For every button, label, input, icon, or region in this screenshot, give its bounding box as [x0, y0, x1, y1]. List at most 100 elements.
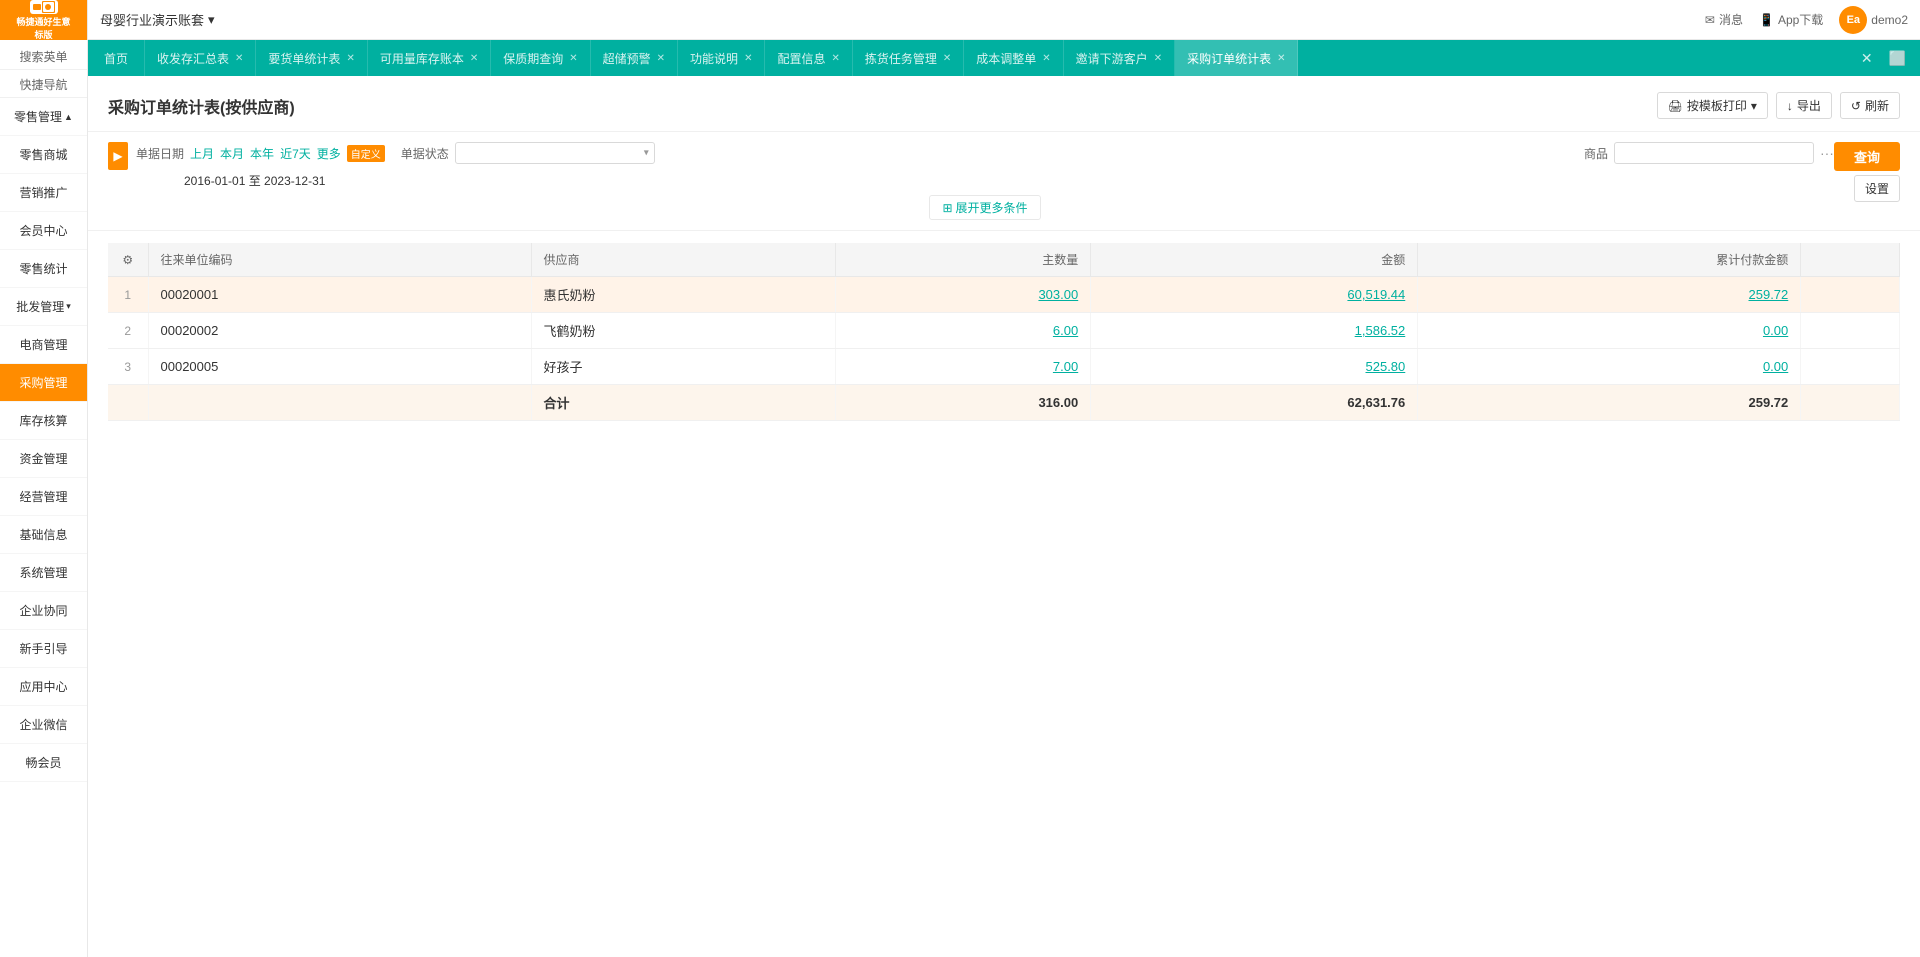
- sidebar-item-app-center[interactable]: 应用中心: [0, 668, 87, 706]
- row-3-extra: [1801, 349, 1900, 385]
- print-arrow-icon: ▾: [1751, 99, 1757, 113]
- template-print-label: 按模板打印: [1687, 97, 1747, 114]
- tab-overstock-warning-label: 超储预警: [603, 50, 651, 67]
- sidebar-item-member2[interactable]: 畅会员: [0, 744, 87, 782]
- row-2-amount[interactable]: 1,586.52: [1091, 313, 1418, 349]
- company-selector[interactable]: 母婴行业演示账套 ▾: [100, 10, 215, 29]
- tab-home[interactable]: 首页: [88, 40, 145, 76]
- sidebar-item-enterprise-wx[interactable]: 企业微信: [0, 706, 87, 744]
- tab-order-stat-close[interactable]: ✕: [346, 53, 354, 64]
- tab-expiry-query[interactable]: 保质期查询 ✕: [491, 40, 590, 76]
- 7days-shortcut[interactable]: 近7天: [280, 145, 311, 162]
- tab-config-info-close[interactable]: ✕: [831, 53, 839, 64]
- sidebar-item-quick-nav[interactable]: 快捷导航: [0, 70, 87, 98]
- tab-available-stock-close[interactable]: ✕: [470, 53, 478, 64]
- app-download-button[interactable]: 📱 App下载: [1759, 11, 1823, 28]
- row-3-main-qty[interactable]: 7.00: [835, 349, 1091, 385]
- expand-arrow-icon: ▾: [66, 301, 71, 312]
- tab-pick-task[interactable]: 拣货任务管理 ✕: [853, 40, 964, 76]
- this-year-shortcut[interactable]: 本年: [250, 145, 274, 162]
- sidebar-item-inventory[interactable]: 库存核算: [0, 402, 87, 440]
- row-2-index: 2: [108, 313, 148, 349]
- status-select[interactable]: [455, 142, 655, 164]
- sidebar-item-marketing[interactable]: 营销推广: [0, 174, 87, 212]
- filter-content: 单据日期 上月 本月 本年 近7天 更多 自定义 单据状态: [136, 142, 1834, 220]
- sidebar-item-wholesale[interactable]: 批发管理 ▾: [0, 288, 87, 326]
- tab-purchase-stat-label: 采购订单统计表: [1187, 50, 1271, 67]
- sidebar-item-system[interactable]: 系统管理: [0, 554, 87, 592]
- export-button[interactable]: ↓ 导出: [1776, 92, 1832, 119]
- last-month-shortcut[interactable]: 上月: [190, 145, 214, 162]
- tab-overstock-warning[interactable]: 超储预警 ✕: [591, 40, 678, 76]
- tab-func-desc-label: 功能说明: [690, 50, 738, 67]
- close-tab-button[interactable]: ✕: [1855, 48, 1879, 69]
- tab-cost-adjust-close[interactable]: ✕: [1042, 53, 1050, 64]
- sidebar-item-basic-info[interactable]: 基础信息: [0, 516, 87, 554]
- tab-receive-pay-label: 收发存汇总表: [157, 50, 229, 67]
- maximize-button[interactable]: ⬜: [1883, 48, 1912, 69]
- date-range-row: 2016-01-01 至 2023-12-31: [136, 172, 1834, 189]
- tab-purchase-stat[interactable]: 采购订单统计表 ✕: [1175, 40, 1298, 76]
- message-button[interactable]: ✉ 消息: [1705, 11, 1743, 28]
- tab-config-info[interactable]: 配置信息 ✕: [765, 40, 852, 76]
- footer-empty: [108, 385, 148, 421]
- row-2-main-qty[interactable]: 6.00: [835, 313, 1091, 349]
- row-3-index: 3: [108, 349, 148, 385]
- sidebar-item-retail[interactable]: 零售管理 ▲: [0, 98, 87, 136]
- sidebar-item-member[interactable]: 会员中心: [0, 212, 87, 250]
- more-shortcut[interactable]: 更多: [317, 145, 341, 162]
- row-1-main-qty[interactable]: 303.00: [835, 277, 1091, 313]
- sidebar-item-finance[interactable]: 资金管理: [0, 440, 87, 478]
- table-head: ⚙ 往来单位编码 供应商 主数量 金额 累计付款金额: [108, 243, 1900, 277]
- settings-button[interactable]: 设置: [1854, 175, 1900, 202]
- filter-toggle-button[interactable]: ▶: [108, 142, 128, 170]
- sidebar-item-purchase[interactable]: 采购管理: [0, 364, 87, 402]
- tab-expiry-query-label: 保质期查询: [503, 50, 563, 67]
- expand-conditions-button[interactable]: ⊞ 展开更多条件: [929, 195, 1040, 220]
- tab-overstock-warning-close[interactable]: ✕: [657, 53, 665, 64]
- sidebar-item-operation[interactable]: 经营管理: [0, 478, 87, 516]
- tab-home-label: 首页: [104, 50, 128, 67]
- row-1-amount[interactable]: 60,519.44: [1091, 277, 1418, 313]
- row-3-paid[interactable]: 0.00: [1418, 349, 1801, 385]
- tab-available-stock[interactable]: 可用量库存账本 ✕: [368, 40, 491, 76]
- tab-cost-adjust[interactable]: 成本调整单 ✕: [964, 40, 1063, 76]
- nav-tabs: 首页 收发存汇总表 ✕ 要货单统计表 ✕ 可用量库存账本 ✕ 保质期查询 ✕ 超…: [88, 40, 1920, 76]
- query-button[interactable]: 查询: [1834, 142, 1900, 171]
- sidebar-item-newbie[interactable]: 新手引导: [0, 630, 87, 668]
- table-footer: 合计 316.00 62,631.76 259.72: [108, 385, 1900, 421]
- tab-receive-pay[interactable]: 收发存汇总表 ✕: [145, 40, 256, 76]
- tab-purchase-stat-close[interactable]: ✕: [1277, 53, 1285, 64]
- more-options-icon[interactable]: ···: [1820, 145, 1834, 161]
- tab-order-stat[interactable]: 要货单统计表 ✕: [256, 40, 367, 76]
- row-3-amount[interactable]: 525.80: [1091, 349, 1418, 385]
- sidebar-item-search[interactable]: 搜索英单: [0, 40, 87, 70]
- col-unit-code-header: 往来单位编码: [148, 243, 531, 277]
- tab-expiry-query-close[interactable]: ✕: [569, 53, 577, 64]
- user-profile[interactable]: Ea demo2: [1839, 6, 1908, 34]
- row-2-supplier: 飞鹤奶粉: [531, 313, 835, 349]
- table-row: 1 00020001 惠氏奶粉 303.00 60,519.44 259.72: [108, 277, 1900, 313]
- this-month-shortcut[interactable]: 本月: [220, 145, 244, 162]
- row-2-paid[interactable]: 0.00: [1418, 313, 1801, 349]
- refresh-button[interactable]: ↺ 刷新: [1840, 92, 1900, 119]
- sidebar-item-enterprise[interactable]: 企业协同: [0, 592, 87, 630]
- sidebar-item-retail-stat[interactable]: 零售统计: [0, 250, 87, 288]
- col-settings-header[interactable]: ⚙: [108, 243, 148, 277]
- tab-pick-task-close[interactable]: ✕: [943, 53, 951, 64]
- app-sublabel: 标版: [34, 28, 52, 41]
- tab-func-desc-close[interactable]: ✕: [744, 53, 752, 64]
- goods-input[interactable]: [1614, 142, 1814, 164]
- row-1-paid[interactable]: 259.72: [1418, 277, 1801, 313]
- template-print-button[interactable]: 🖨 按模板打印 ▾: [1657, 92, 1768, 119]
- tab-invite-downstream[interactable]: 邀请下游客户 ✕: [1064, 40, 1175, 76]
- tab-invite-downstream-close[interactable]: ✕: [1154, 53, 1162, 64]
- col-supplier-header: 供应商: [531, 243, 835, 277]
- tab-func-desc[interactable]: 功能说明 ✕: [678, 40, 765, 76]
- expand-conditions-row: ⊞ 展开更多条件: [136, 195, 1834, 220]
- tab-receive-pay-close[interactable]: ✕: [235, 53, 243, 64]
- expand-icon: ⊞: [942, 201, 952, 215]
- sidebar-item-ecommerce[interactable]: 电商管理: [0, 326, 87, 364]
- sidebar-item-retail-shop[interactable]: 零售商城: [0, 136, 87, 174]
- date-range-display: 2016-01-01 至 2023-12-31: [184, 172, 325, 189]
